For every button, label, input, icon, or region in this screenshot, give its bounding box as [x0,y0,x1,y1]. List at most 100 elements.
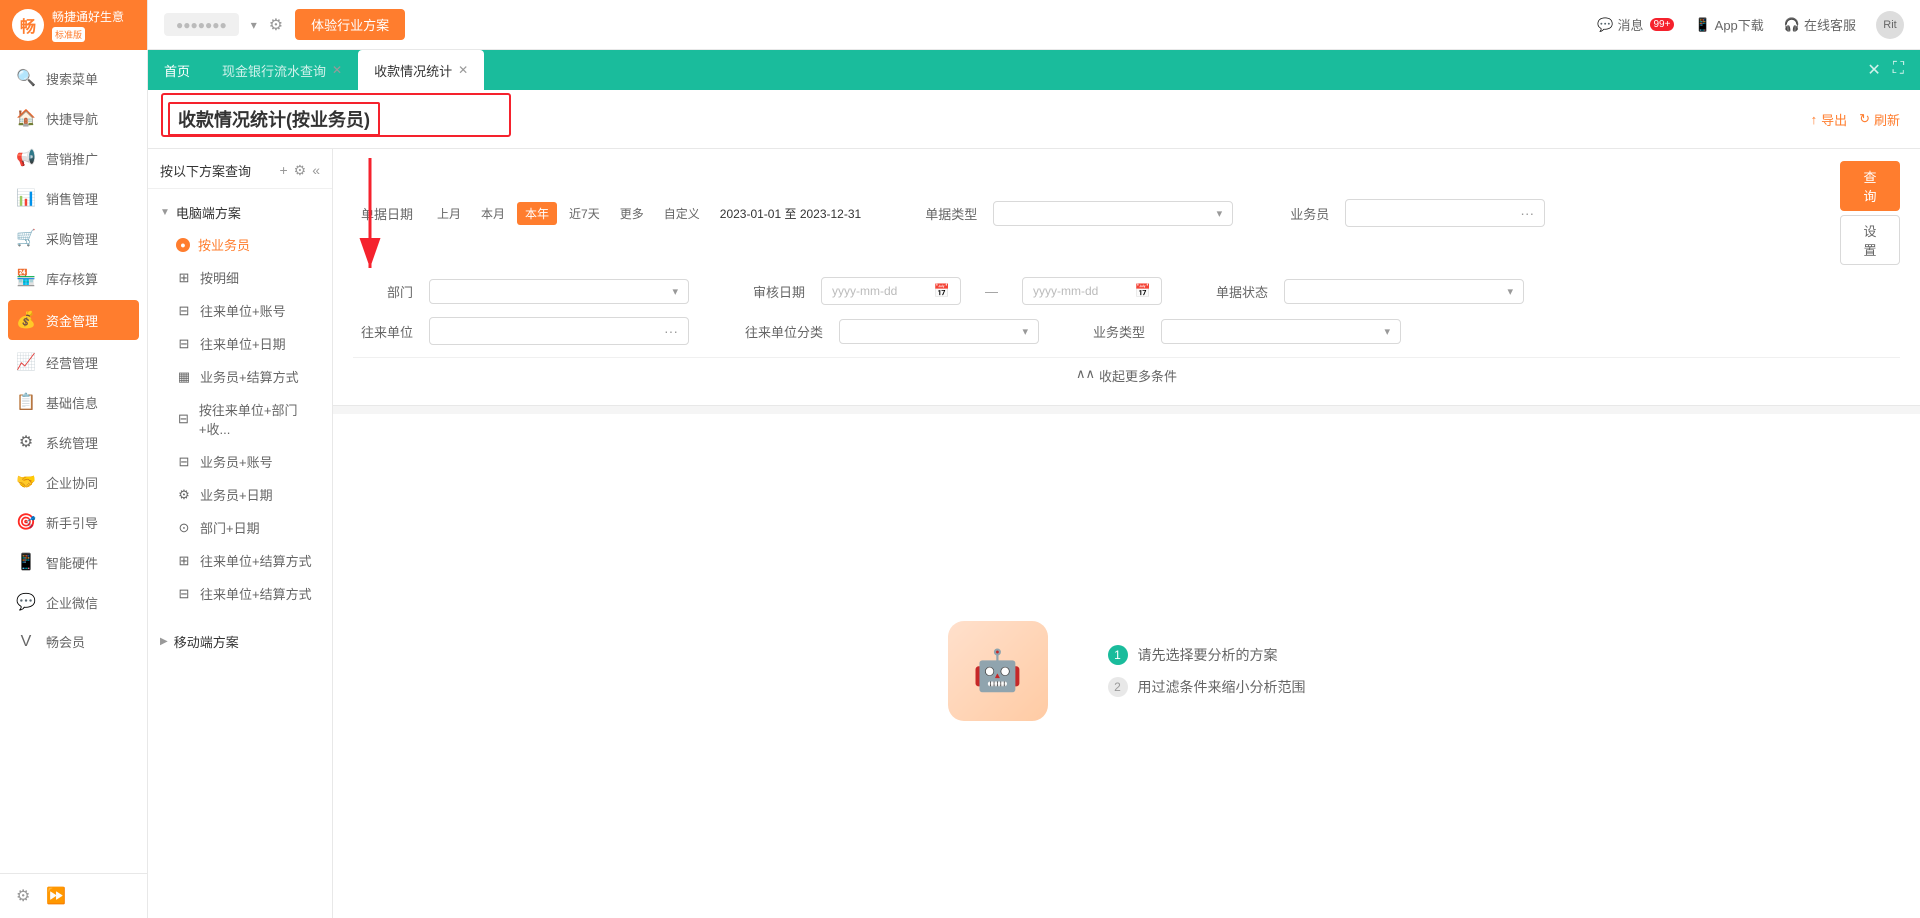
filter-row-3: 往来单位 ··· 往来单位分类 ▾ 业务类型 ▾ [353,317,1900,345]
left-panel-title: 按以下方案查询 [160,161,251,180]
add-scheme-icon[interactable]: + [279,162,287,179]
tab-bank[interactable]: 现金银行流水查询 ✕ [206,50,358,90]
scheme-item-unit-dept[interactable]: ⊟ 按往来单位+部门+收... [148,393,332,445]
date-tab-custom[interactable]: 自定义 [656,202,708,225]
refresh-button[interactable]: ↻ 刷新 [1859,110,1900,129]
dept-select[interactable]: ▾ [429,279,689,304]
filter-area: 单据日期 上月 本月 本年 近7天 更多 自定义 2023-01-01 至 20… [333,149,1920,406]
query-button[interactable]: 查询 [1840,161,1900,211]
collapse-panel-icon[interactable]: « [312,162,320,179]
sidebar-icon-2: 📢 [16,148,36,168]
scheme-item-dept-date[interactable]: ⊙ 部门+日期 [148,511,332,544]
user-avatar[interactable]: Rit [1876,11,1904,39]
sidebar-item-3[interactable]: 📊 销售管理 [0,178,147,218]
scheme-item-detail[interactable]: ⊞ 按明细 [148,261,332,294]
left-panel-icons: + ⚙ « [279,162,320,179]
sidebar-icon-10: 🤝 [16,472,36,492]
desktop-scheme-toggle[interactable]: ▼ 电脑端方案 [148,197,332,228]
collapse-more-icon: ∧∧ [1076,366,1095,385]
scheme-item-unit-account[interactable]: ⊟ 往来单位+账号 [148,294,332,327]
sidebar-label-8: 基础信息 [46,393,98,412]
left-panel-header: 按以下方案查询 + ⚙ « [148,161,332,189]
review-date-end[interactable]: yyyy-mm-dd 📅 [1022,277,1162,305]
counterparty-category-select[interactable]: ▾ [839,319,1039,344]
trial-button[interactable]: 体验行业方案 [295,9,405,40]
page-title: 收款情况统计(按业务员) [168,102,380,136]
tab-home[interactable]: 首页 [148,50,206,90]
review-date-start[interactable]: yyyy-mm-dd 📅 [821,277,961,305]
window-expand-icon[interactable]: ⛶ [1893,60,1904,80]
sidebar-nav: 🔍 搜索菜单 🏠 快捷导航 📢 营销推广 📊 销售管理 🛒 采购管理 🏪 库存核… [0,50,147,873]
tab-receipts-close[interactable]: ✕ [458,63,468,77]
mobile-scheme-toggle[interactable]: ▶ 移动端方案 [148,626,332,657]
scheme-item-salesman-date[interactable]: ⚙ 业务员+日期 [148,478,332,511]
business-type-chevron-icon: ▾ [1384,325,1390,338]
sidebar-item-1[interactable]: 🏠 快捷导航 [0,98,147,138]
empty-state: 🤖 1 请先选择要分析的方案 2 用过滤条件来缩小分析范围 [333,414,1920,918]
date-tab-more[interactable]: 更多 [612,202,652,225]
sidebar-item-6[interactable]: 💰 资金管理 [8,300,139,340]
online-service-button[interactable]: 🎧 在线客服 [1784,15,1856,34]
content-body: 按以下方案查询 + ⚙ « ▼ 电脑端方案 ● 按业务员 ⊞ [148,149,1920,918]
sidebar-item-5[interactable]: 🏪 库存核算 [0,258,147,298]
date-tab-7days[interactable]: 近7天 [561,202,608,225]
sidebar: 畅 畅捷通好生意 标准版 🔍 搜索菜单 🏠 快捷导航 📢 营销推广 📊 销售管理… [0,0,148,918]
empty-step-1: 1 请先选择要分析的方案 [1108,645,1306,665]
sidebar-item-13[interactable]: 💬 企业微信 [0,582,147,622]
expand-footer-icon[interactable]: ⏩ [46,886,66,906]
topbar-right: 💬 消息 99+ 📱 App下载 🎧 在线客服 Rit [1597,11,1904,39]
business-type-select[interactable]: ▾ [1161,319,1401,344]
sidebar-label-13: 企业微信 [46,593,98,612]
sidebar-label-12: 智能硬件 [46,553,98,572]
salesman-input[interactable]: ··· [1345,199,1545,227]
messages-button[interactable]: 💬 消息 99+ [1597,15,1674,34]
app-download-button[interactable]: 📱 App下载 [1694,15,1763,34]
date-label: 单据日期 [353,204,413,223]
topbar-dropdown-icon[interactable]: ▾ [251,18,257,32]
sidebar-label-10: 企业协同 [46,473,98,492]
date-tab-last-month[interactable]: 上月 [429,202,469,225]
salesman-more-icon[interactable]: ··· [1520,205,1534,221]
sidebar-item-0[interactable]: 🔍 搜索菜单 [0,58,147,98]
counterparty-more-icon[interactable]: ··· [664,323,678,339]
review-date-end-icon: 📅 [1135,283,1151,299]
sidebar-item-11[interactable]: 🎯 新手引导 [0,502,147,542]
sidebar-item-14[interactable]: V 畅会员 [0,622,147,661]
settings-footer-icon[interactable]: ⚙ [16,886,30,906]
scheme-item-salesman-settlement[interactable]: ▦ 业务员+结算方式 [148,360,332,393]
counterparty-category-label: 往来单位分类 [745,322,823,341]
export-button[interactable]: ↑ 导出 [1811,110,1848,129]
tab-bank-close[interactable]: ✕ [332,63,342,77]
scheme-item-unit-settle2[interactable]: ⊟ 往来单位+结算方式 [148,577,332,610]
sidebar-item-10[interactable]: 🤝 企业协同 [0,462,147,502]
date-tab-this-year[interactable]: 本年 [517,202,557,225]
export-icon: ↑ [1811,112,1818,127]
filter-settings-button[interactable]: 设置 [1840,215,1900,265]
scheme-item-salesman-account[interactable]: ⊟ 业务员+账号 [148,445,332,478]
sidebar-label-0: 搜索菜单 [46,69,98,88]
sidebar-item-12[interactable]: 📱 智能硬件 [0,542,147,582]
salesman-settlement-icon: ▦ [176,369,192,385]
date-range-text: 2023-01-01 至 2023-12-31 [720,205,861,222]
date-separator: — [985,284,998,299]
scheme-item-salesman[interactable]: ● 按业务员 [148,228,332,261]
counterparty-input[interactable]: ··· [429,317,689,345]
tab-receipts[interactable]: 收款情况统计 ✕ [358,50,484,90]
sidebar-icon-12: 📱 [16,552,36,572]
doc-status-select[interactable]: ▾ [1284,279,1524,304]
sidebar-label-5: 库存核算 [46,269,98,288]
doc-type-select[interactable]: ▾ [993,201,1233,226]
collapse-more-btn[interactable]: ∧∧ 收起更多条件 [353,357,1900,393]
empty-step-2: 2 用过滤条件来缩小分析范围 [1108,677,1306,697]
settings-scheme-icon[interactable]: ⚙ [294,162,307,179]
scheme-item-unit-settle1[interactable]: ⊞ 往来单位+结算方式 [148,544,332,577]
sidebar-item-8[interactable]: 📋 基础信息 [0,382,147,422]
sidebar-item-9[interactable]: ⚙ 系统管理 [0,422,147,462]
date-tab-this-month[interactable]: 本月 [473,202,513,225]
sidebar-item-2[interactable]: 📢 营销推广 [0,138,147,178]
sidebar-item-7[interactable]: 📈 经营管理 [0,342,147,382]
topbar-settings-icon[interactable]: ⚙ [269,15,283,35]
scheme-item-unit-date[interactable]: ⊟ 往来单位+日期 [148,327,332,360]
window-close-icon[interactable]: ✕ [1867,60,1880,80]
sidebar-item-4[interactable]: 🛒 采购管理 [0,218,147,258]
